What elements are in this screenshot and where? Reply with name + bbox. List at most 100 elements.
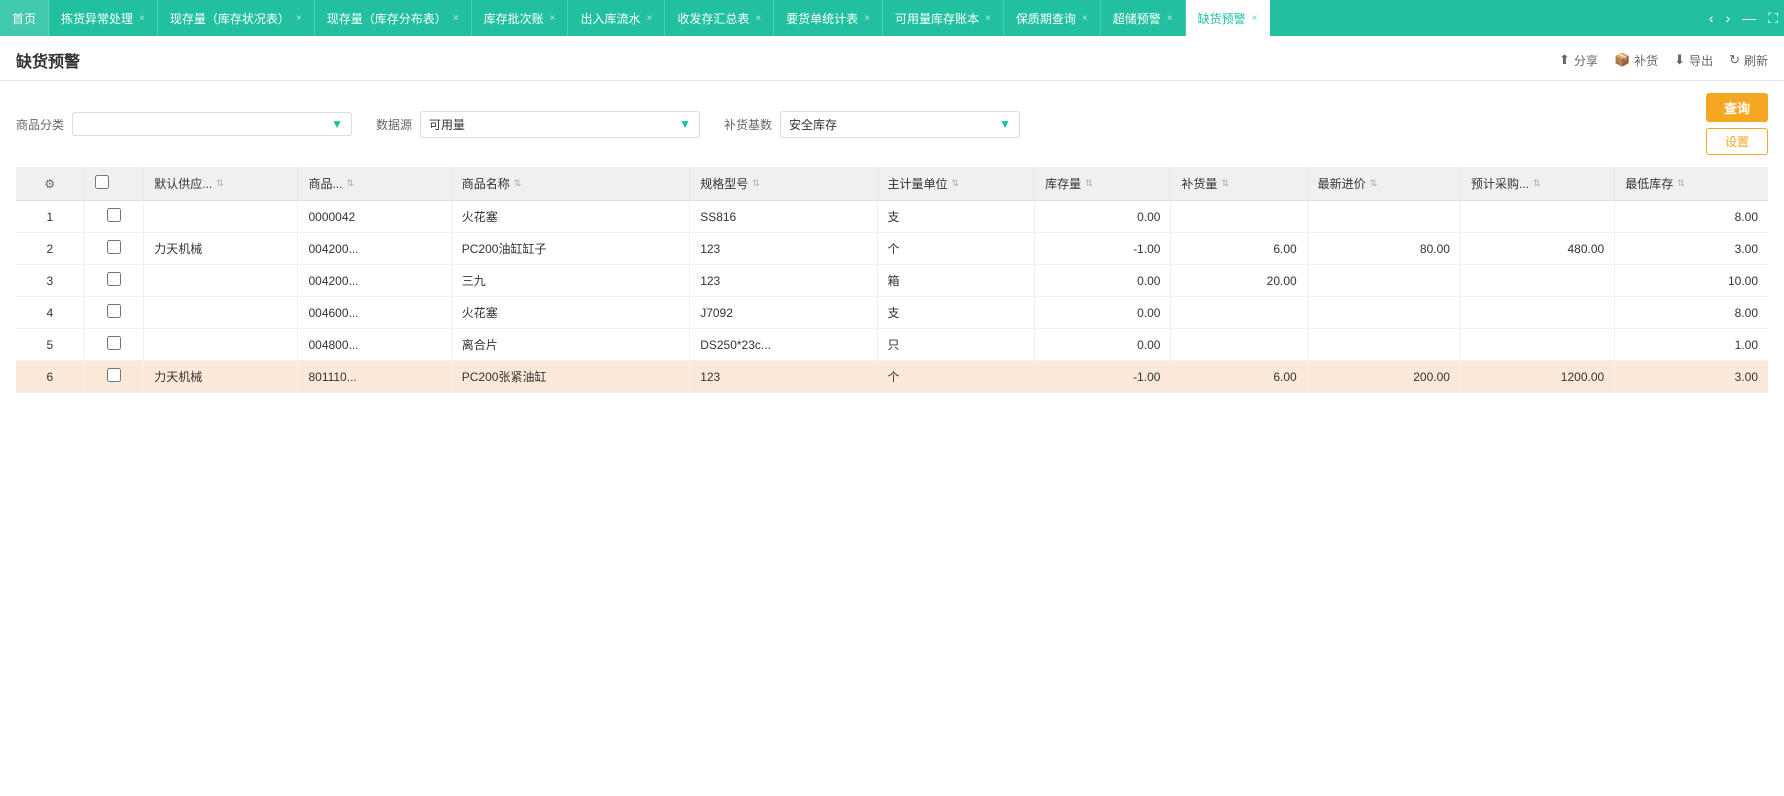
row-stock-2: -1.00 <box>1035 233 1171 265</box>
row-price-1 <box>1307 201 1460 233</box>
min-stock-sort[interactable]: 最低库存 ⇅ <box>1625 175 1758 192</box>
table-row: 2 力天机械 004200... PC200油缸缸子 123 个 -1.00 6… <box>16 233 1768 265</box>
goods-name-sort[interactable]: 商品名称 ⇅ <box>462 175 679 192</box>
row-est-1 <box>1460 201 1614 233</box>
table-row: 1 0000042 火花塞 SS816 支 0.00 8.00 <box>16 201 1768 233</box>
row-est-4 <box>1460 297 1614 329</box>
column-spec: 规格型号 ⇅ <box>690 167 877 201</box>
query-button[interactable]: 查询 <box>1706 93 1768 122</box>
row-replenish-4 <box>1171 297 1307 329</box>
column-supplier: 默认供应... ⇅ <box>144 167 298 201</box>
row-unit-4: 支 <box>877 297 1035 329</box>
goods-code-sort[interactable]: 商品... ⇅ <box>308 175 440 192</box>
row-code-4: 004600... <box>298 297 451 329</box>
tab-shortage[interactable]: 缺货预警 × <box>1186 0 1271 36</box>
tab-flow[interactable]: 出入库流水 × <box>568 0 665 36</box>
stock-sort[interactable]: 库存量 ⇅ <box>1045 175 1160 192</box>
row-checkbox-3[interactable] <box>84 265 144 297</box>
unit-sort[interactable]: 主计量单位 ⇅ <box>888 175 1025 192</box>
tab-close-stock-status[interactable]: × <box>296 13 302 24</box>
export-button[interactable]: ⬇ 导出 <box>1674 52 1713 69</box>
column-settings[interactable]: ⚙ <box>16 167 84 201</box>
replenish-icon: 📦 <box>1614 52 1630 68</box>
tab-stock-status[interactable]: 现存量（库存状况表） × <box>158 0 315 36</box>
row-supplier-6: 力天机械 <box>144 361 298 393</box>
replenish-base-value: 安全库存 <box>789 116 837 133</box>
est-purchase-sort[interactable]: 预计采购... ⇅ <box>1471 175 1604 192</box>
row-stock-5: 0.00 <box>1035 329 1171 361</box>
replenish-base-filter-group: 补货基数 安全库存 ▼ <box>724 111 1020 138</box>
tab-stock-dist[interactable]: 现存量（库存分布表） × <box>315 0 472 36</box>
tab-available-ledger[interactable]: 可用量库存账本 × <box>883 0 1004 36</box>
tab-close-overstock[interactable]: × <box>1167 13 1173 24</box>
tab-summary[interactable]: 收发存汇总表 × <box>665 0 774 36</box>
row-select-2[interactable] <box>107 240 121 254</box>
row-unit-1: 支 <box>877 201 1035 233</box>
row-name-5: 离合片 <box>451 329 689 361</box>
row-spec-3: 123 <box>690 265 877 297</box>
tab-close-available-ledger[interactable]: × <box>985 13 991 24</box>
row-price-6: 200.00 <box>1307 361 1460 393</box>
row-spec-1: SS816 <box>690 201 877 233</box>
column-est-purchase: 预计采购... ⇅ <box>1460 167 1614 201</box>
row-name-4: 火花塞 <box>451 297 689 329</box>
row-checkbox-6[interactable] <box>84 361 144 393</box>
row-checkbox-5[interactable] <box>84 329 144 361</box>
replenish-button[interactable]: 📦 补货 <box>1614 52 1658 69</box>
row-spec-5: DS250*23c... <box>690 329 877 361</box>
tab-home[interactable]: 首页 <box>0 0 49 36</box>
refresh-icon: ↻ <box>1729 52 1740 68</box>
row-select-1[interactable] <box>107 208 121 222</box>
replenish-base-select[interactable]: 安全库存 ▼ <box>780 111 1020 138</box>
tab-close-stock-dist[interactable]: × <box>453 13 459 24</box>
row-minstock-3: 10.00 <box>1615 265 1768 297</box>
row-select-3[interactable] <box>107 272 121 286</box>
datasource-value: 可用量 <box>429 116 465 133</box>
row-checkbox-4[interactable] <box>84 297 144 329</box>
category-select[interactable]: ▼ <box>72 112 352 136</box>
spec-sort[interactable]: 规格型号 ⇅ <box>700 175 866 192</box>
latest-price-sort[interactable]: 最新进价 ⇅ <box>1318 175 1450 192</box>
tab-close-batch[interactable]: × <box>550 13 556 24</box>
tab-minimize-btn[interactable]: — <box>1736 0 1762 36</box>
table-row: 4 004600... 火花塞 J7092 支 0.00 8.00 <box>16 297 1768 329</box>
est-purchase-sort-icon: ⇅ <box>1533 178 1541 189</box>
tab-close-flow[interactable]: × <box>646 13 652 24</box>
row-num-3: 3 <box>16 265 84 297</box>
tab-overstock[interactable]: 超储预警 × <box>1101 0 1186 36</box>
row-replenish-2: 6.00 <box>1171 233 1307 265</box>
tab-close-expiry[interactable]: × <box>1082 13 1088 24</box>
tab-prev-btn[interactable]: ‹ <box>1703 0 1720 36</box>
row-checkbox-2[interactable] <box>84 233 144 265</box>
row-name-6: PC200张紧油缸 <box>451 361 689 393</box>
row-stock-4: 0.00 <box>1035 297 1171 329</box>
row-select-4[interactable] <box>107 304 121 318</box>
tab-close-shortage[interactable]: × <box>1252 13 1258 24</box>
tab-picking-exception[interactable]: 拣货异常处理 × <box>49 0 158 36</box>
select-all-checkbox[interactable] <box>95 175 109 189</box>
row-checkbox-1[interactable] <box>84 201 144 233</box>
row-minstock-5: 1.00 <box>1615 329 1768 361</box>
tab-batch-account[interactable]: 库存批次账 × <box>472 0 569 36</box>
row-select-5[interactable] <box>107 336 121 350</box>
tab-close-picking[interactable]: × <box>139 13 145 24</box>
replenish-qty-sort[interactable]: 补货量 ⇅ <box>1181 175 1296 192</box>
share-button[interactable]: ⬆ 分享 <box>1559 52 1598 69</box>
tab-next-btn[interactable]: › <box>1720 0 1737 36</box>
supplier-sort[interactable]: 默认供应... ⇅ <box>154 175 287 192</box>
page-title: 缺货预警 <box>16 48 80 72</box>
refresh-button[interactable]: ↻ 刷新 <box>1729 52 1768 69</box>
category-filter-group: 商品分类 ▼ <box>16 112 352 136</box>
tab-expiry[interactable]: 保质期查询 × <box>1004 0 1101 36</box>
datasource-select[interactable]: 可用量 ▼ <box>420 111 700 138</box>
tab-close-summary[interactable]: × <box>755 13 761 24</box>
row-select-6[interactable] <box>107 368 121 382</box>
category-label: 商品分类 <box>16 116 64 133</box>
tab-fullscreen-btn[interactable]: ⛶ <box>1762 0 1784 36</box>
row-supplier-1 <box>144 201 298 233</box>
tab-order-stats[interactable]: 要货单统计表 × <box>774 0 883 36</box>
settings-button[interactable]: 设置 <box>1706 128 1768 155</box>
tab-close-order-stats[interactable]: × <box>864 13 870 24</box>
tab-navigation: ‹ › — ⛶ <box>1703 0 1784 36</box>
row-supplier-4 <box>144 297 298 329</box>
